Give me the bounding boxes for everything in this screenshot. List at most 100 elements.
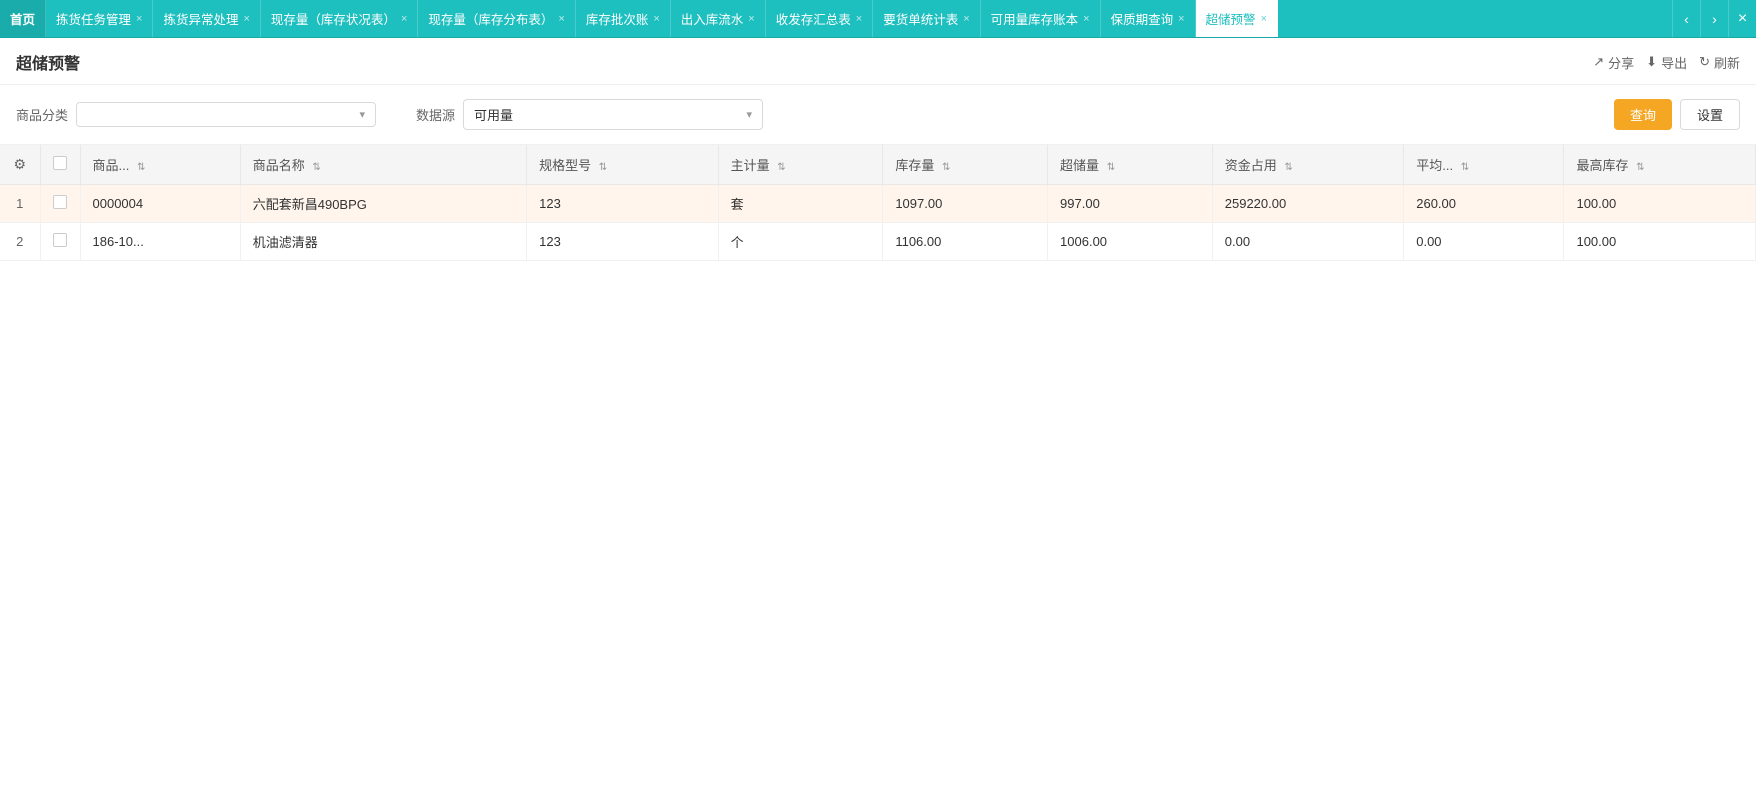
nav-item-available-stock[interactable]: 可用量库存账本 × <box>981 0 1101 38</box>
th-stock[interactable]: 库存量 ⇅ <box>883 145 1048 185</box>
th-max-stock[interactable]: 最高库存 ⇅ <box>1564 145 1756 185</box>
cell-checkbox[interactable] <box>40 223 80 261</box>
nav-prev-arrow[interactable]: ‹ <box>1672 0 1700 38</box>
nav-close-expiry[interactable]: × <box>1178 13 1184 25</box>
nav-item-home[interactable]: 首页 <box>0 0 46 38</box>
nav-close-batch[interactable]: × <box>653 13 659 25</box>
datasource-select[interactable]: 可用量 ▾ <box>463 99 763 130</box>
settings-button[interactable]: 设置 <box>1680 99 1740 130</box>
th-overstock-label: 超储量 <box>1060 158 1099 173</box>
cell-capital: 259220.00 <box>1212 185 1403 223</box>
filter-buttons: 查询 设置 <box>1614 99 1740 130</box>
cell-spec: 123 <box>527 223 718 261</box>
capital-sort-icon: ⇅ <box>1284 162 1292 173</box>
cell-product-name: 机油滤清器 <box>240 223 526 261</box>
nav-next-arrow[interactable]: › <box>1700 0 1728 38</box>
export-icon: ⬇ <box>1646 54 1657 70</box>
th-capital[interactable]: 资金占用 ⇅ <box>1212 145 1403 185</box>
table-header-row: ⚙ 商品... ⇅ 商品名称 ⇅ 规格型号 ⇅ <box>0 145 1756 185</box>
select-all-checkbox[interactable] <box>53 156 67 170</box>
th-spec[interactable]: 规格型号 ⇅ <box>527 145 718 185</box>
nav-close-exception[interactable]: × <box>243 13 249 25</box>
nav-close-order-stats[interactable]: × <box>963 13 969 25</box>
nav-item-inout-flow[interactable]: 出入库流水 × <box>671 0 766 38</box>
cell-product-code: 0000004 <box>80 185 240 223</box>
nav-overstock-label: 超储预警 <box>1206 9 1256 28</box>
filter-area: 商品分类 ▾ 数据源 可用量 ▾ 查询 设置 <box>0 85 1756 145</box>
cell-avg: 0.00 <box>1404 223 1564 261</box>
cell-overstock: 1006.00 <box>1048 223 1213 261</box>
nav-item-order-stats[interactable]: 要货单统计表 × <box>873 0 980 38</box>
row-checkbox[interactable] <box>53 233 67 247</box>
nav-item-expiry[interactable]: 保质期查询 × <box>1101 0 1196 38</box>
nav-task-mgmt-label: 拣货任务管理 <box>56 9 131 28</box>
nav-close-stock-status[interactable]: × <box>401 13 407 25</box>
th-unit-label: 主计量 <box>731 158 770 173</box>
nav-exception-label: 拣货异常处理 <box>163 9 238 28</box>
page-content: 超储预警 ↗ 分享 ⬇ 导出 ↻ 刷新 商品分类 ▾ <box>0 38 1756 800</box>
nav-item-overstock[interactable]: 超储预警 × <box>1196 0 1278 38</box>
refresh-label: 刷新 <box>1714 53 1740 72</box>
page-header: 超储预警 ↗ 分享 ⬇ 导出 ↻ 刷新 <box>0 38 1756 85</box>
nav-item-stock-dist[interactable]: 现存量（库存分布表） × <box>418 0 575 38</box>
table-row: 2 186-10... 机油滤清器 123 个 1106.00 1006.00 … <box>0 223 1756 261</box>
nav-arrows: ‹ › × <box>1672 0 1756 38</box>
header-actions: ↗ 分享 ⬇ 导出 ↻ 刷新 <box>1593 53 1740 72</box>
nav-item-recv-summary[interactable]: 收发存汇总表 × <box>766 0 873 38</box>
nav-item-exception[interactable]: 拣货异常处理 × <box>153 0 260 38</box>
table-body: 1 0000004 六配套新昌490BPG 123 套 1097.00 997.… <box>0 185 1756 261</box>
cell-max-stock: 100.00 <box>1564 185 1756 223</box>
nav-available-stock-label: 可用量库存账本 <box>991 9 1079 28</box>
category-chevron-icon: ▾ <box>359 108 365 121</box>
cell-overstock: 997.00 <box>1048 185 1213 223</box>
nav-close-task-mgmt[interactable]: × <box>136 13 142 25</box>
refresh-icon: ↻ <box>1699 54 1710 70</box>
nav-item-task-mgmt[interactable]: 拣货任务管理 × <box>46 0 153 38</box>
datasource-select-value: 可用量 <box>474 105 513 124</box>
stock-sort-icon: ⇅ <box>942 162 950 173</box>
th-max-stock-label: 最高库存 <box>1576 158 1628 173</box>
export-button[interactable]: ⬇ 导出 <box>1646 53 1687 72</box>
th-product-code[interactable]: 商品... ⇅ <box>80 145 240 185</box>
share-label: 分享 <box>1608 53 1634 72</box>
cell-stock: 1106.00 <box>883 223 1048 261</box>
nav-close-inout-flow[interactable]: × <box>748 13 754 25</box>
share-button[interactable]: ↗ 分享 <box>1593 53 1634 72</box>
cell-avg: 260.00 <box>1404 185 1564 223</box>
max-stock-sort-icon: ⇅ <box>1636 162 1644 173</box>
nav-item-stock-status[interactable]: 现存量（库存状况表） × <box>261 0 418 38</box>
th-product-code-label: 商品... <box>93 158 130 173</box>
cell-unit: 个 <box>718 223 883 261</box>
th-gear[interactable]: ⚙ <box>0 145 40 185</box>
th-product-name-label: 商品名称 <box>253 158 305 173</box>
export-label: 导出 <box>1661 53 1687 72</box>
product-name-sort-icon: ⇅ <box>312 162 320 173</box>
nav-close-recv-summary[interactable]: × <box>856 13 862 25</box>
nav-close-all-button[interactable]: × <box>1728 0 1756 38</box>
th-product-name[interactable]: 商品名称 ⇅ <box>240 145 526 185</box>
nav-item-batch[interactable]: 库存批次账 × <box>576 0 671 38</box>
nav-close-stock-dist[interactable]: × <box>558 13 564 25</box>
spec-sort-icon: ⇅ <box>599 162 607 173</box>
settings-icon[interactable]: ⚙ <box>13 156 26 172</box>
th-unit[interactable]: 主计量 ⇅ <box>718 145 883 185</box>
nav-close-overstock[interactable]: × <box>1261 13 1267 25</box>
category-select[interactable]: ▾ <box>76 102 376 127</box>
category-filter-item: 商品分类 ▾ <box>16 102 376 127</box>
page-title: 超储预警 <box>16 50 80 74</box>
table-container: ⚙ 商品... ⇅ 商品名称 ⇅ 规格型号 ⇅ <box>0 145 1756 261</box>
nav-close-available-stock[interactable]: × <box>1083 13 1089 25</box>
cell-checkbox[interactable] <box>40 185 80 223</box>
nav-order-stats-label: 要货单统计表 <box>883 9 958 28</box>
cell-product-code: 186-10... <box>80 223 240 261</box>
th-avg-label: 平均... <box>1416 158 1453 173</box>
refresh-button[interactable]: ↻ 刷新 <box>1699 53 1740 72</box>
th-checkbox[interactable] <box>40 145 80 185</box>
row-checkbox[interactable] <box>53 195 67 209</box>
th-avg[interactable]: 平均... ⇅ <box>1404 145 1564 185</box>
th-overstock[interactable]: 超储量 ⇅ <box>1048 145 1213 185</box>
query-button[interactable]: 查询 <box>1614 99 1672 130</box>
th-capital-label: 资金占用 <box>1225 158 1277 173</box>
nav-inout-flow-label: 出入库流水 <box>681 9 744 28</box>
cell-unit: 套 <box>718 185 883 223</box>
